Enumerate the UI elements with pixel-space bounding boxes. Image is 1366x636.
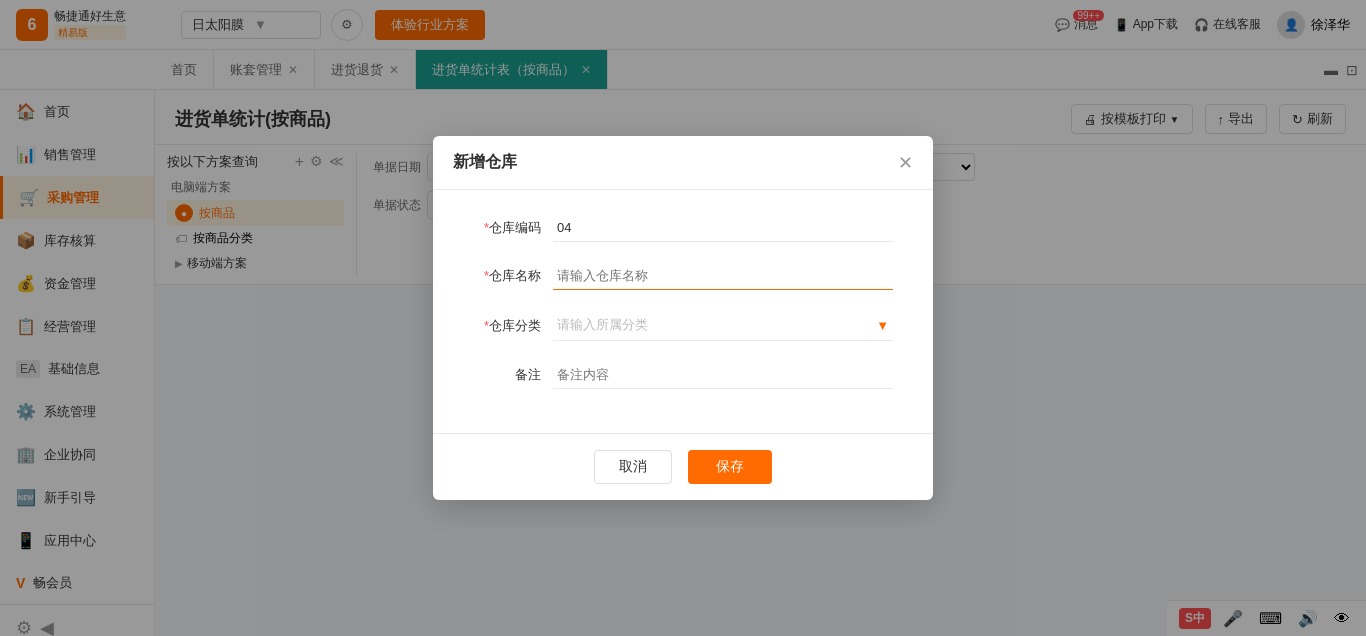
name-input[interactable] bbox=[553, 262, 893, 290]
form-row-code: *仓库编码 bbox=[473, 214, 893, 242]
save-button[interactable]: 保存 bbox=[688, 450, 772, 484]
note-label: 备注 bbox=[473, 366, 553, 384]
form-row-name: *仓库名称 bbox=[473, 262, 893, 290]
modal-title: 新增仓库 bbox=[453, 152, 517, 173]
category-select[interactable]: 请输入所属分类 ▼ bbox=[553, 310, 893, 341]
modal-footer: 取消 保存 bbox=[433, 433, 933, 500]
name-label: *仓库名称 bbox=[473, 267, 553, 285]
modal-dialog: 新增仓库 ✕ *仓库编码 *仓库名称 *仓库分类 bbox=[433, 136, 933, 500]
code-input[interactable] bbox=[553, 214, 893, 242]
category-dropdown-icon: ▼ bbox=[876, 318, 889, 333]
form-row-note: 备注 bbox=[473, 361, 893, 389]
modal-overlay[interactable]: 新增仓库 ✕ *仓库编码 *仓库名称 *仓库分类 bbox=[0, 0, 1366, 636]
code-label: *仓库编码 bbox=[473, 219, 553, 237]
modal-close-icon[interactable]: ✕ bbox=[898, 154, 913, 172]
modal-header: 新增仓库 ✕ bbox=[433, 136, 933, 190]
cancel-button[interactable]: 取消 bbox=[594, 450, 672, 484]
modal-body: *仓库编码 *仓库名称 *仓库分类 请输入所属分类 ▼ bbox=[433, 190, 933, 433]
category-label: *仓库分类 bbox=[473, 317, 553, 335]
note-input[interactable] bbox=[553, 361, 893, 389]
form-row-category: *仓库分类 请输入所属分类 ▼ bbox=[473, 310, 893, 341]
